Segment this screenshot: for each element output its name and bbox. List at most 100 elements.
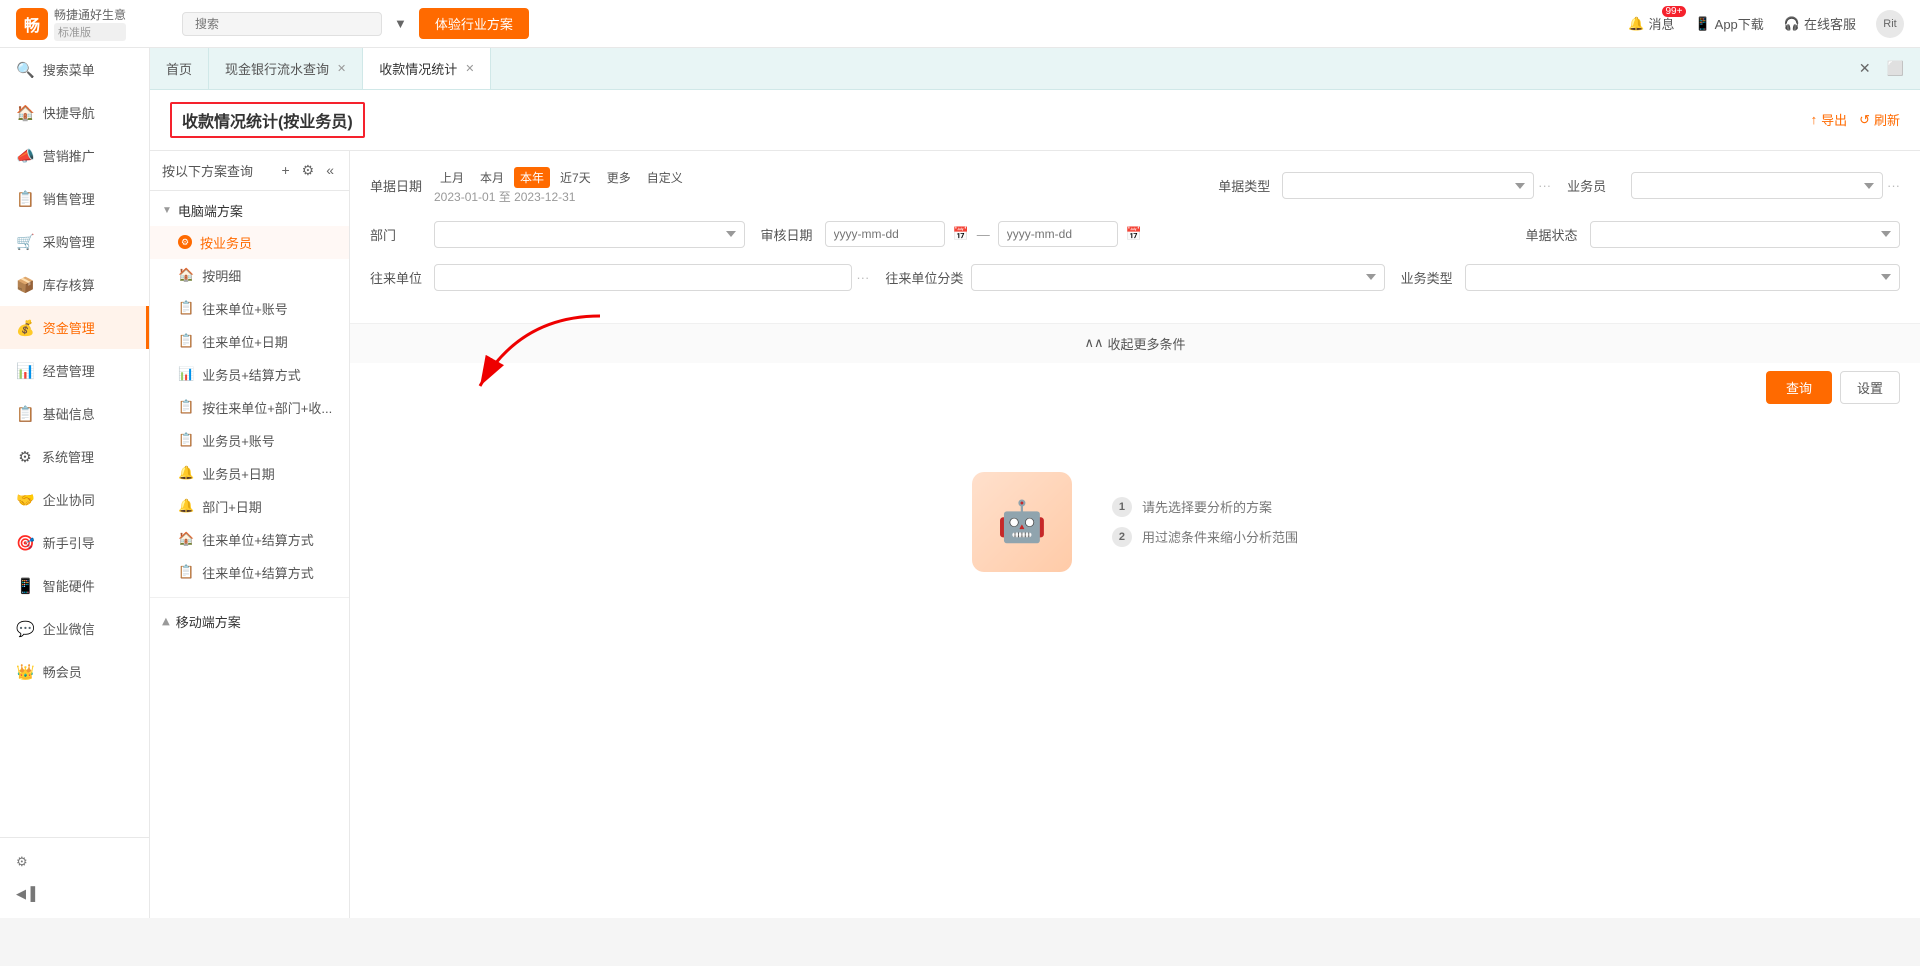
biz-type-select[interactable] — [1465, 264, 1900, 291]
app-download-item[interactable]: 📱 App下载 — [1694, 14, 1763, 33]
date-btn-this-month[interactable]: 本月 — [474, 167, 510, 188]
date-btn-custom[interactable]: 自定义 — [641, 167, 689, 188]
sidebar-item-finance[interactable]: 💰 资金管理 — [0, 306, 149, 349]
tab-bank-flow-label: 现金银行流水查询 — [225, 59, 329, 78]
scheme-item-unit-dept[interactable]: 📋 按往来单位+部门+收... — [150, 391, 349, 424]
scheme-item-unit-account[interactable]: 📋 往来单位+账号 — [150, 292, 349, 325]
online-service-item[interactable]: 🎧 在线客服 — [1784, 14, 1856, 33]
sidebar-item-search[interactable]: 🔍 搜索菜单 — [0, 48, 149, 91]
calendar-to-icon[interactable]: 📅 — [1126, 226, 1142, 242]
app-logo-icon: 畅 — [16, 8, 48, 40]
scheme-item-dept-date[interactable]: 🔔 部门+日期 — [150, 490, 349, 523]
scheme-group-mobile-label: 移动端方案 — [176, 612, 241, 631]
header-search-input[interactable] — [182, 12, 382, 36]
date-btn-last-month[interactable]: 上月 — [434, 167, 470, 188]
trial-button[interactable]: 体验行业方案 — [419, 8, 529, 39]
tab-maximize-button[interactable]: ⬜ — [1883, 56, 1908, 81]
tab-close-button[interactable]: ✕ — [1855, 56, 1875, 81]
counterpart-type-select[interactable] — [971, 264, 1384, 291]
scheme-divider — [150, 597, 349, 598]
edition-badge: 标准版 — [54, 23, 126, 41]
scheme-item-by-salesman[interactable]: ⚙ 按业务员 — [150, 226, 349, 259]
biz-type-field: 业务类型 — [1401, 264, 1900, 291]
scheme-item-salesman-date[interactable]: 🔔 业务员+日期 — [150, 457, 349, 490]
sidebar-item-quick-nav[interactable]: 🏠 快捷导航 — [0, 91, 149, 134]
scheme-item-unit-settle2-label: 往来单位+结算方式 — [202, 563, 314, 582]
refresh-button[interactable]: ↺ 刷新 — [1859, 110, 1900, 129]
header-dropdown-button[interactable]: ▼ — [394, 16, 407, 31]
salesman-more-icon[interactable]: ··· — [1887, 178, 1900, 193]
review-date-field: 审核日期 📅 — 📅 — [761, 221, 1510, 247]
empty-illustration: 🤖 — [972, 472, 1072, 572]
sidebar-item-smart-hw[interactable]: 📱 智能硬件 — [0, 564, 149, 607]
tab-bank-flow[interactable]: 现金银行流水查询 ✕ — [209, 48, 363, 89]
tab-receipt-stat[interactable]: 收款情况统计 ✕ — [363, 48, 491, 89]
sidebar-item-system[interactable]: ⚙ 系统管理 — [0, 435, 149, 478]
review-date-from-input[interactable] — [825, 221, 945, 247]
salesman-select[interactable] — [1631, 172, 1883, 199]
scheme-collapse-button[interactable]: « — [323, 161, 337, 179]
step-num-1: 1 — [1112, 497, 1132, 517]
sidebar-item-purchase[interactable]: 🛒 采购管理 — [0, 220, 149, 263]
doc-type-more-icon[interactable]: ··· — [1538, 178, 1551, 193]
sidebar-item-member[interactable]: 👑 畅会员 — [0, 650, 149, 693]
query-button[interactable]: 查询 — [1766, 371, 1832, 404]
scheme-group-desktop-header[interactable]: ▼ 电脑端方案 — [150, 195, 349, 226]
scheme-item-by-detail[interactable]: 🏠 按明细 — [150, 259, 349, 292]
calendar-from-icon[interactable]: 📅 — [953, 226, 969, 242]
sidebar-item-enterprise[interactable]: 🤝 企业协同 — [0, 478, 149, 521]
sidebar-item-wechat[interactable]: 💬 企业微信 — [0, 607, 149, 650]
dept-label: 部门 — [370, 225, 426, 244]
date-btn-more[interactable]: 更多 — [601, 167, 637, 188]
scheme-add-button[interactable]: + — [278, 161, 292, 179]
scheme-item-unit-date[interactable]: 📋 往来单位+日期 — [150, 325, 349, 358]
sidebar-label-smart-hw: 智能硬件 — [43, 576, 95, 595]
sidebar-settings-item[interactable]: ⚙ — [0, 846, 149, 878]
scheme-item-unit-settle2[interactable]: 📋 往来单位+结算方式 — [150, 556, 349, 589]
export-icon: ↑ — [1811, 112, 1818, 127]
collapse-bar[interactable]: ∧∧ 收起更多条件 — [350, 323, 1920, 363]
tab-home[interactable]: 首页 — [150, 48, 209, 89]
sidebar-label-basic-info: 基础信息 — [43, 404, 95, 423]
sidebar-label-search: 搜索菜单 — [43, 60, 95, 79]
scheme-group-mobile-header[interactable]: ▶ 移动端方案 — [150, 606, 349, 637]
collapse-icon: ◀▐ — [16, 886, 35, 902]
doc-status-select[interactable] — [1590, 221, 1901, 248]
detail-icon: 🏠 — [178, 267, 194, 283]
sidebar-item-sales[interactable]: 📋 销售管理 — [0, 177, 149, 220]
sidebar-label-system: 系统管理 — [42, 447, 94, 466]
sidebar-item-marketing[interactable]: 📣 营销推广 — [0, 134, 149, 177]
settings-button[interactable]: 设置 — [1840, 371, 1900, 404]
scheme-item-salesman-settle[interactable]: 📊 业务员+结算方式 — [150, 358, 349, 391]
date-btn-this-year[interactable]: 本年 — [514, 167, 550, 188]
date-btn-7days[interactable]: 近7天 — [554, 167, 597, 188]
scheme-header-label: 按以下方案查询 — [162, 161, 253, 180]
tab-bank-flow-close[interactable]: ✕ — [337, 62, 346, 75]
counterpart-type-label: 往来单位分类 — [885, 268, 963, 287]
message-item[interactable]: 🔔 消息 99+ — [1628, 14, 1674, 33]
doc-type-select[interactable] — [1282, 172, 1534, 199]
scheme-item-unit-dept-label: 按往来单位+部门+收... — [202, 398, 332, 417]
filter-row-2: 部门 审核日期 📅 — 📅 — [370, 221, 1900, 248]
counterpart-input[interactable] — [434, 264, 852, 291]
user-avatar[interactable]: Rit — [1876, 10, 1904, 38]
counterpart-more-icon[interactable]: ··· — [856, 270, 869, 285]
unit-account-icon: 📋 — [178, 300, 194, 316]
tab-receipt-stat-close[interactable]: ✕ — [465, 62, 474, 75]
scheme-item-unit-settle1[interactable]: 🏠 往来单位+结算方式 — [150, 523, 349, 556]
scheme-item-salesman-account[interactable]: 📋 业务员+账号 — [150, 424, 349, 457]
sidebar-item-operations[interactable]: 📊 经营管理 — [0, 349, 149, 392]
sidebar-item-basic-info[interactable]: 📋 基础信息 — [0, 392, 149, 435]
dept-select[interactable] — [434, 221, 745, 248]
scheme-item-salesman-settle-label: 业务员+结算方式 — [202, 365, 301, 384]
sidebar-item-inventory[interactable]: 📦 库存核算 — [0, 263, 149, 306]
scheme-item-by-salesman-label: 按业务员 — [200, 233, 252, 252]
scheme-item-unit-settle1-label: 往来单位+结算方式 — [202, 530, 314, 549]
export-button[interactable]: ↑ 导出 — [1811, 110, 1848, 129]
sidebar-collapse-item[interactable]: ◀▐ — [0, 878, 149, 910]
step-2-text: 用过滤条件来缩小分析范围 — [1142, 527, 1298, 546]
scheme-settings-button[interactable]: ⚙ — [299, 161, 318, 180]
review-date-to-input[interactable] — [998, 221, 1118, 247]
sidebar-item-beginner[interactable]: 🎯 新手引导 — [0, 521, 149, 564]
date-shortcut-group: 上月 本月 本年 近7天 更多 自定义 2023-01-01 至 — [434, 167, 689, 205]
